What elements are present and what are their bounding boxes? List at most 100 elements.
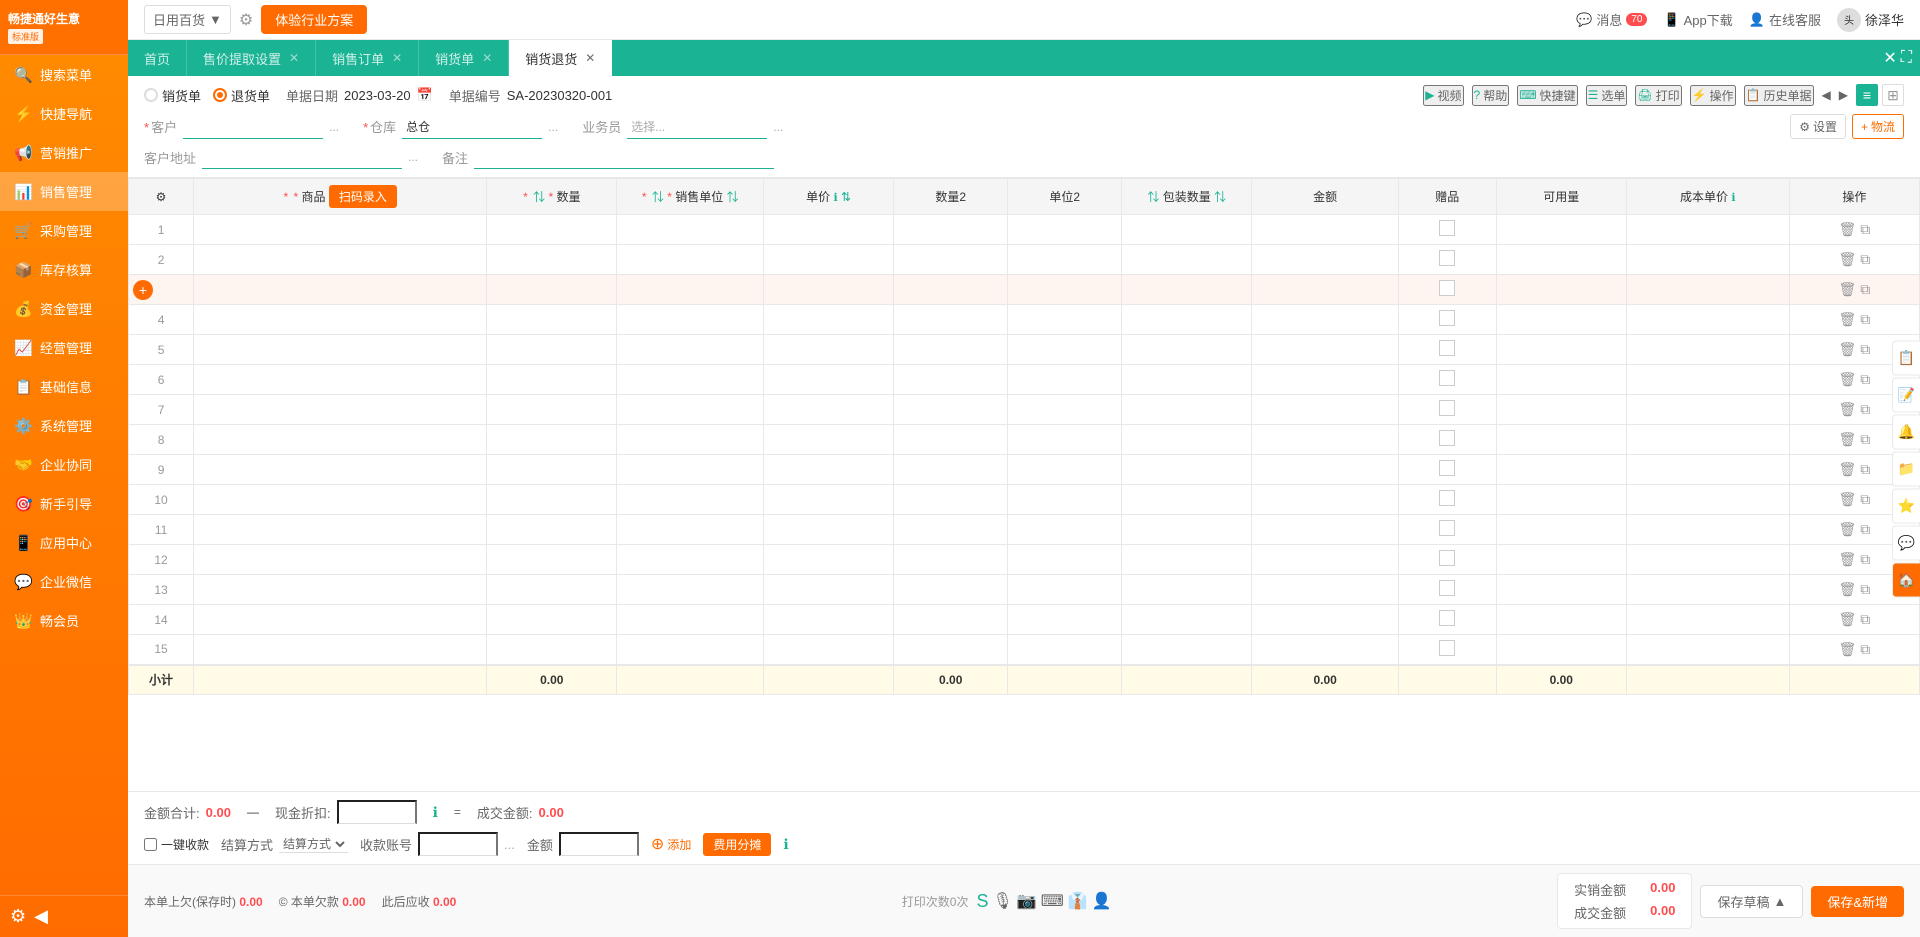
fee-info-icon[interactable]: ℹ: [783, 836, 788, 853]
qty2-cell[interactable]: [894, 245, 1008, 275]
gift-checkbox[interactable]: [1439, 490, 1455, 506]
radio-sales-delivery[interactable]: 销货单: [144, 86, 201, 105]
delete-row-button[interactable]: 🗑: [1838, 461, 1856, 478]
price-cell[interactable]: [763, 485, 893, 515]
copy-row-button[interactable]: ⧉: [1860, 521, 1870, 538]
qty2-cell[interactable]: [894, 635, 1008, 665]
product-cell[interactable]: [194, 395, 487, 425]
avail-cell[interactable]: [1496, 215, 1626, 245]
gift-checkbox[interactable]: [1439, 580, 1455, 596]
product-cell[interactable]: [194, 605, 487, 635]
gift-cell[interactable]: [1398, 275, 1496, 305]
gift-checkbox[interactable]: [1439, 430, 1455, 446]
unit-cell[interactable]: [617, 455, 764, 485]
data-table-wrapper[interactable]: ⚙ * 商品 扫码录入 ⇅ * 数量: [128, 178, 1920, 791]
right-btn-7[interactable]: 🏠: [1892, 562, 1920, 597]
gift-cell[interactable]: [1398, 245, 1496, 275]
qty-cell[interactable]: [487, 545, 617, 575]
avail-cell[interactable]: [1496, 305, 1626, 335]
qty2-cell[interactable]: [894, 515, 1008, 545]
qty-cell[interactable]: [487, 275, 617, 305]
tab-price-setting-close[interactable]: ✕: [289, 51, 299, 65]
unit-cell[interactable]: [617, 215, 764, 245]
unit-cell[interactable]: [617, 395, 764, 425]
amount-cell[interactable]: [1252, 335, 1399, 365]
gift-cell[interactable]: [1398, 515, 1496, 545]
amount-cell[interactable]: [1252, 425, 1399, 455]
unit2-cell[interactable]: [1008, 485, 1122, 515]
gift-checkbox[interactable]: [1439, 280, 1455, 296]
online-service-button[interactable]: 👤 在线客服: [1749, 10, 1821, 29]
copy-row-button[interactable]: ⧉: [1860, 581, 1870, 598]
save-new-button[interactable]: 保存&新增: [1811, 886, 1904, 917]
warehouse-input[interactable]: 总仓: [402, 115, 542, 139]
unit-cell[interactable]: [617, 275, 764, 305]
customer-picker-button[interactable]: ...: [329, 120, 339, 134]
product-cell[interactable]: [194, 425, 487, 455]
fee-split-button[interactable]: 费用分摊: [703, 833, 771, 856]
product-cell[interactable]: [194, 545, 487, 575]
right-btn-1[interactable]: 📋: [1892, 340, 1920, 375]
gift-checkbox[interactable]: [1439, 310, 1455, 326]
sidebar-item-guide[interactable]: 🎯 新手引导: [0, 484, 128, 523]
copy-row-button[interactable]: ⧉: [1860, 371, 1870, 388]
next-record-button[interactable]: ▶: [1839, 88, 1848, 102]
shirt-icon[interactable]: 👔: [1068, 891, 1088, 911]
price-cell[interactable]: [763, 425, 893, 455]
header-gear-button[interactable]: ⚙: [239, 10, 253, 30]
copy-row-button[interactable]: ⧉: [1860, 221, 1870, 238]
cost-cell[interactable]: [1626, 245, 1789, 275]
price-cell[interactable]: [763, 365, 893, 395]
sidebar-item-member[interactable]: 👑 畅会员: [0, 601, 128, 640]
cost-cell[interactable]: [1626, 275, 1789, 305]
avail-cell[interactable]: [1496, 485, 1626, 515]
account-input[interactable]: [418, 832, 498, 856]
gift-cell[interactable]: [1398, 335, 1496, 365]
product-cell[interactable]: [194, 215, 487, 245]
qty2-cell[interactable]: [894, 215, 1008, 245]
unit2-cell[interactable]: [1008, 335, 1122, 365]
unit-cell[interactable]: [617, 335, 764, 365]
sidebar-item-operations[interactable]: 📈 经营管理: [0, 328, 128, 367]
cost-cell[interactable]: [1626, 425, 1789, 455]
unit-cell[interactable]: [617, 515, 764, 545]
price-cell[interactable]: [763, 635, 893, 665]
amount-cell[interactable]: [1252, 245, 1399, 275]
pack-cell[interactable]: [1122, 575, 1252, 605]
discount-info-icon[interactable]: ℹ: [433, 804, 438, 821]
pack-cell[interactable]: [1122, 425, 1252, 455]
amount-cell[interactable]: [1252, 485, 1399, 515]
add-row-button[interactable]: +: [133, 280, 153, 300]
amount-cell[interactable]: [1252, 635, 1399, 665]
price-cell[interactable]: [763, 215, 893, 245]
sidebar-settings-btn[interactable]: ⚙: [10, 906, 26, 927]
qty2-cell[interactable]: [894, 365, 1008, 395]
product-cell[interactable]: [194, 365, 487, 395]
price-cell[interactable]: [763, 455, 893, 485]
avail-cell[interactable]: [1496, 425, 1626, 455]
tab-home[interactable]: 首页: [128, 40, 187, 76]
copy-row-button[interactable]: ⧉: [1860, 281, 1870, 298]
sidebar-collapse-btn[interactable]: ◀: [34, 906, 48, 927]
qty-cell[interactable]: [487, 365, 617, 395]
unit2-cell[interactable]: [1008, 395, 1122, 425]
save-draft-button[interactable]: 保存草稿 ▲: [1700, 885, 1803, 918]
copy-row-button[interactable]: ⧉: [1860, 461, 1870, 478]
sort-icon-price[interactable]: ⇅: [841, 190, 851, 204]
gift-cell[interactable]: [1398, 215, 1496, 245]
amount-cell[interactable]: [1252, 575, 1399, 605]
avail-cell[interactable]: [1496, 635, 1626, 665]
one-click-payment-checkbox[interactable]: 一键收款: [144, 836, 209, 853]
amount-cell[interactable]: [1252, 455, 1399, 485]
delete-row-button[interactable]: 🗑: [1838, 521, 1856, 538]
delete-row-button[interactable]: 🗑: [1838, 491, 1856, 508]
delete-row-button[interactable]: 🗑: [1838, 611, 1856, 628]
mic-icon[interactable]: 🎙: [992, 891, 1012, 911]
shortcuts-button[interactable]: ⌨ 快捷键: [1517, 85, 1577, 106]
sidebar-item-system[interactable]: ⚙️ 系统管理: [0, 406, 128, 445]
cost-cell[interactable]: [1626, 635, 1789, 665]
radio-sales-return[interactable]: 退货单: [213, 86, 270, 105]
qty-cell[interactable]: [487, 455, 617, 485]
avail-cell[interactable]: [1496, 395, 1626, 425]
copy-row-button[interactable]: ⧉: [1860, 431, 1870, 448]
